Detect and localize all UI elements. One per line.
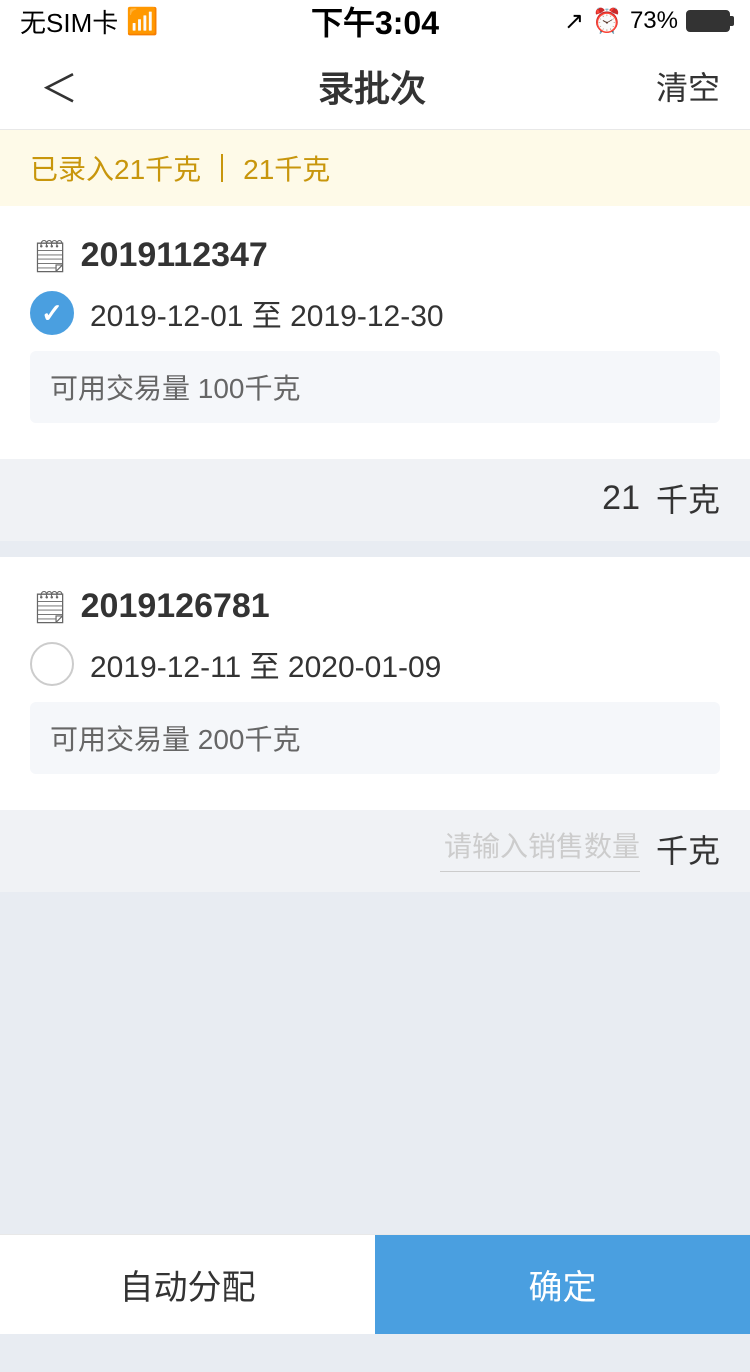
auto-distribute-button[interactable]: 自动分配 [0,1235,375,1334]
radio-1[interactable] [30,291,74,335]
qty-unit-2: 千克 [656,826,720,872]
info-banner: 已录入21千克 21千克 [0,130,750,206]
alarm-icon: ⏰ [592,7,622,36]
page-title: 录批次 [318,60,426,112]
back-button[interactable]: ＜ [30,48,88,123]
clear-button[interactable]: 清空 [656,63,720,109]
batch-date-row-1: 2019-12-01 至 2019-12-30 [30,291,720,335]
radio-2[interactable] [30,642,74,686]
batch-id-2: 2019126781 [81,587,270,626]
doc-icon-1: 🗒 [30,237,71,275]
location-icon: ↗ [564,7,584,36]
info-divider [221,154,223,182]
qty-unit-1: 千克 [656,475,720,521]
battery-text: 73% [630,7,678,35]
status-time: 下午3:04 [311,0,439,44]
batch-header-1: 🗒 2019112347 [30,236,720,275]
battery-icon [686,10,730,32]
batch-header-2: 🗒 2019126781 [30,587,720,626]
info-value: 21千克 [243,148,330,188]
batch-date-1: 2019-12-01 至 2019-12-30 [90,291,444,335]
status-right: ↗ ⏰ 73% [564,7,730,36]
status-left: 无SIM卡 📶 [20,3,159,40]
qty-row-2: 千克 [0,810,750,892]
batch-item-2: 🗒 2019126781 2019-12-11 至 2020-01-09 可用交… [0,557,750,810]
available-qty-2: 可用交易量 200千克 [30,702,720,774]
item-separator [0,541,750,557]
confirm-button[interactable]: 确定 [375,1235,750,1334]
qty-row-1: 21 千克 [0,459,750,541]
qty-input-2[interactable] [440,826,640,872]
batch-date-2: 2019-12-11 至 2020-01-09 [90,642,441,686]
carrier-text: 无SIM卡 [20,3,118,40]
bottom-bar: 自动分配 确定 [0,1234,750,1334]
batch-date-row-2: 2019-12-11 至 2020-01-09 [30,642,720,686]
batch-id-1: 2019112347 [81,236,268,275]
nav-bar: ＜ 录批次 清空 [0,42,750,130]
wifi-icon: 📶 [126,6,158,37]
qty-value-1: 21 [602,479,640,518]
available-qty-1: 可用交易量 100千克 [30,351,720,423]
batch-item-1: 🗒 2019112347 2019-12-01 至 2019-12-30 可用交… [0,206,750,459]
doc-icon-2: 🗒 [30,588,71,626]
status-bar: 无SIM卡 📶 下午3:04 ↗ ⏰ 73% [0,0,750,42]
info-label: 已录入21千克 [30,148,201,188]
